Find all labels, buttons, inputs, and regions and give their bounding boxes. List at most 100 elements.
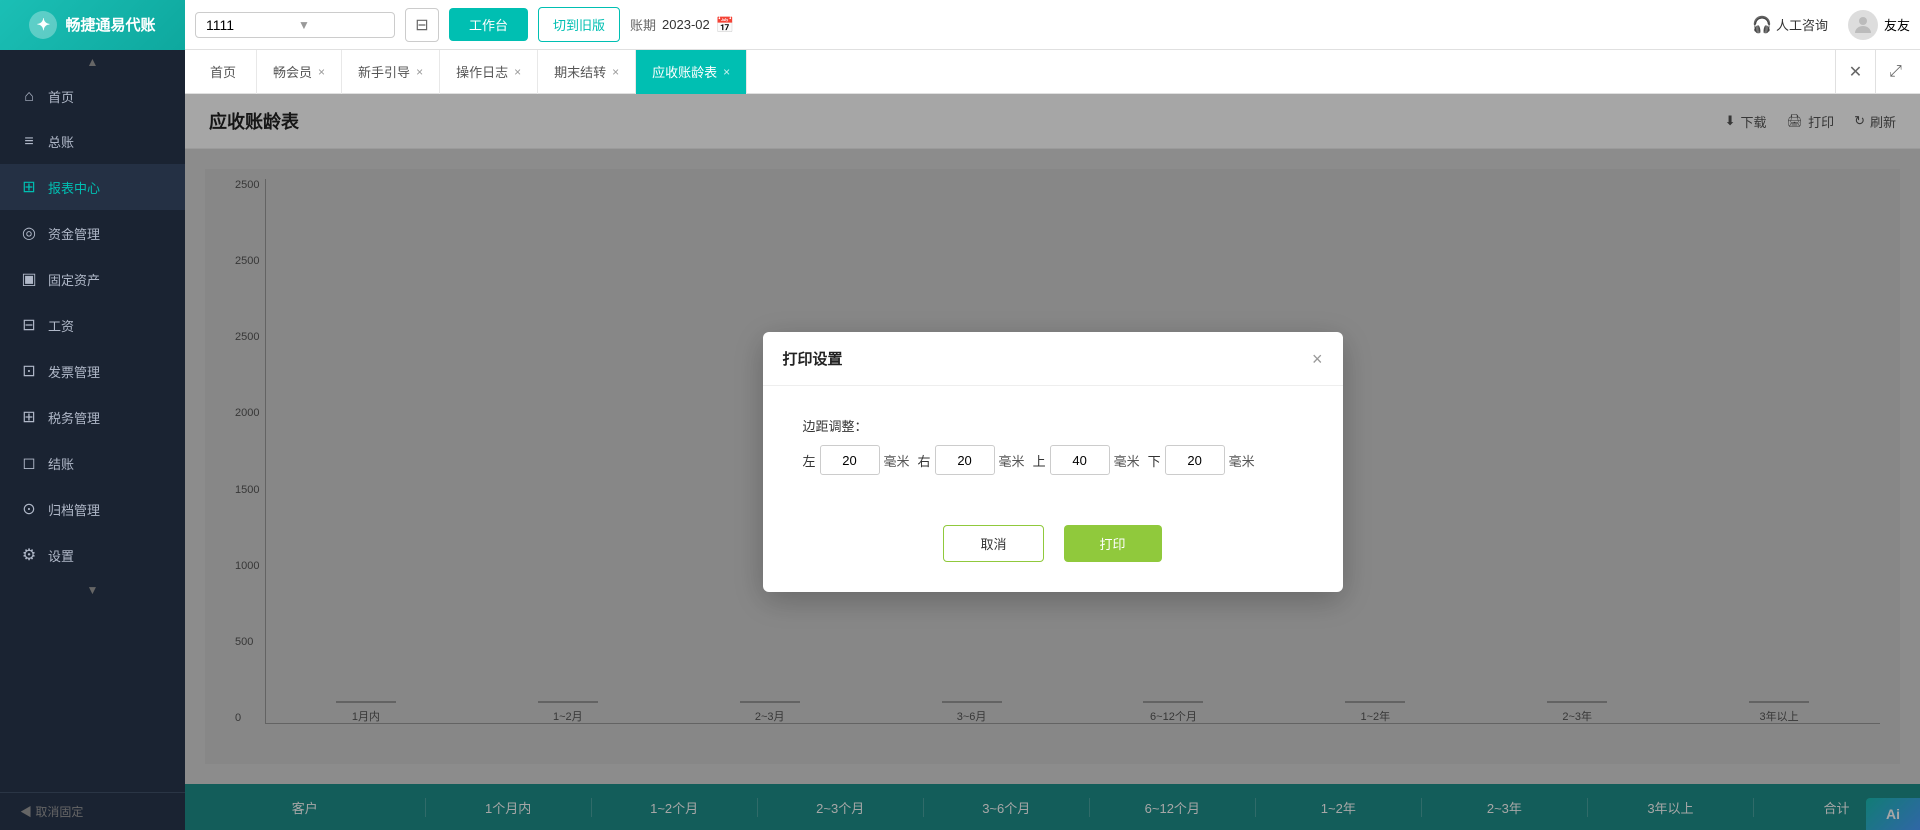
sidebar-collapse-button[interactable]: ◀ 取消固定 xyxy=(0,792,185,830)
invoice-icon: ⊡ xyxy=(20,361,38,381)
print-confirm-button[interactable]: 打印 xyxy=(1064,525,1162,562)
sidebar-item-label: 发票管理 xyxy=(48,362,100,381)
tab-closing[interactable]: 期末结转 × xyxy=(538,50,636,94)
cancel-button[interactable]: 取消 xyxy=(943,525,1043,562)
period-value: 2023-02 xyxy=(662,17,710,32)
ledger-icon: ≡ xyxy=(20,133,38,151)
margin-bottom-input[interactable] xyxy=(1165,445,1225,475)
fixed-icon: ▣ xyxy=(20,269,38,289)
modal-body: 边距调整： 左 毫米 右 毫米 xyxy=(763,386,1343,505)
margin-group: 左 毫米 右 毫米 上 xyxy=(803,445,1255,475)
tab-aging-close[interactable]: × xyxy=(723,66,730,78)
tab-oplog-close[interactable]: × xyxy=(514,66,521,78)
service-button[interactable]: 🎧 人工咨询 xyxy=(1752,15,1828,35)
tab-home-label: 首页 xyxy=(210,62,236,81)
right-label: 右 xyxy=(918,451,931,470)
service-label: 人工咨询 xyxy=(1776,15,1828,34)
sidebar-item-settings[interactable]: ⚙ 设置 xyxy=(0,532,185,578)
tab-closing-label: 期末结转 xyxy=(554,62,606,81)
tab-oplog-label: 操作日志 xyxy=(456,62,508,81)
sidebar-item-report[interactable]: ⊞ 报表中心 xyxy=(0,164,185,210)
header-right: 🎧 人工咨询 友友 xyxy=(1752,10,1910,40)
tab-vip[interactable]: 畅会员 × xyxy=(257,50,342,94)
home-icon: ⌂ xyxy=(20,88,38,106)
logo-text: 畅捷通易代账 xyxy=(65,14,155,35)
fund-icon: ◎ xyxy=(20,223,38,243)
modal-footer: 取消 打印 xyxy=(763,505,1343,592)
margin-left-input[interactable] xyxy=(820,445,880,475)
sidebar: ▲ ⌂ 首页 ≡ 总账 ⊞ 报表中心 ◎ 资金管理 ▣ 固定资产 ⊟ 工资 ⊡ … xyxy=(0,50,185,830)
modal-header: 打印设置 × xyxy=(763,332,1343,386)
logo: ✦ 畅捷通易代账 xyxy=(0,0,185,50)
settings-icon: ⚙ xyxy=(20,545,38,565)
sidebar-item-archive[interactable]: ⊙ 归档管理 xyxy=(0,486,185,532)
sidebar-item-label: 报表中心 xyxy=(48,178,100,197)
sidebar-item-invoice[interactable]: ⊡ 发票管理 xyxy=(0,348,185,394)
tab-aging[interactable]: 应收账龄表 × xyxy=(636,50,747,94)
workbench-button[interactable]: 工作台 xyxy=(449,8,528,41)
closing-icon: ◻ xyxy=(20,453,38,473)
sidebar-item-salary[interactable]: ⊟ 工资 xyxy=(0,302,185,348)
calendar-icon[interactable]: 📅 xyxy=(716,16,735,34)
user-area[interactable]: 友友 xyxy=(1848,10,1910,40)
tab-close-all-button[interactable]: ✕ xyxy=(1835,50,1875,94)
period-info: 账期 2023-02 📅 xyxy=(630,15,734,34)
sidebar-item-label: 工资 xyxy=(48,316,74,335)
tab-guide[interactable]: 新手引导 × xyxy=(342,50,440,94)
archive-icon: ⊙ xyxy=(20,499,38,519)
margin-bottom: 下 毫米 xyxy=(1148,445,1255,475)
left-label: 左 xyxy=(803,451,816,470)
copy-button[interactable]: ⊟ xyxy=(405,8,439,42)
headset-icon: 🎧 xyxy=(1752,15,1772,35)
sidebar-item-home[interactable]: ⌂ 首页 xyxy=(0,74,185,119)
chevron-down-icon: ▼ xyxy=(298,18,384,32)
margin-left: 左 毫米 xyxy=(803,445,910,475)
tab-oplog[interactable]: 操作日志 × xyxy=(440,50,538,94)
sidebar-item-fixed[interactable]: ▣ 固定资产 xyxy=(0,256,185,302)
sidebar-item-label: 首页 xyxy=(48,87,74,106)
modal-close-button[interactable]: × xyxy=(1312,350,1323,368)
report-icon: ⊞ xyxy=(20,177,38,197)
margin-right-input[interactable] xyxy=(935,445,995,475)
sidebar-item-label: 固定资产 xyxy=(48,270,100,289)
margin-top-input[interactable] xyxy=(1050,445,1110,475)
switch-old-button[interactable]: 切到旧版 xyxy=(538,7,620,42)
collapse-label: ◀ 取消固定 xyxy=(20,803,83,820)
margin-right: 右 毫米 xyxy=(918,445,1025,475)
sidebar-item-label: 税务管理 xyxy=(48,408,100,427)
sidebar-item-label: 结账 xyxy=(48,454,74,473)
left-unit: 毫米 xyxy=(884,451,910,470)
margin-form-row: 边距调整： 左 毫米 右 毫米 xyxy=(803,416,1303,475)
sidebar-item-closing[interactable]: ◻ 结账 xyxy=(0,440,185,486)
bottom-unit: 毫米 xyxy=(1229,451,1255,470)
account-name: 1111 xyxy=(206,17,292,33)
tab-guide-close[interactable]: × xyxy=(416,66,423,78)
tab-closing-close[interactable]: × xyxy=(612,66,619,78)
sidebar-item-label: 设置 xyxy=(48,546,74,565)
tab-home[interactable]: 首页 xyxy=(190,50,257,94)
modal-title: 打印设置 xyxy=(783,348,1312,369)
top-label: 上 xyxy=(1033,451,1046,470)
tab-bar-actions: ✕ ⤢ xyxy=(1835,50,1915,94)
sidebar-item-tax[interactable]: ⊞ 税务管理 xyxy=(0,394,185,440)
tab-guide-label: 新手引导 xyxy=(358,62,410,81)
modal-overlay: 打印设置 × 边距调整： 左 毫米 xyxy=(185,94,1920,830)
sidebar-item-ledger[interactable]: ≡ 总账 xyxy=(0,119,185,164)
right-unit: 毫米 xyxy=(999,451,1025,470)
sidebar-item-label: 资金管理 xyxy=(48,224,100,243)
margin-top: 上 毫米 xyxy=(1033,445,1140,475)
tab-vip-close[interactable]: × xyxy=(318,66,325,78)
sidebar-scroll-up[interactable]: ▲ xyxy=(0,50,185,74)
account-selector[interactable]: 1111 ▼ xyxy=(195,12,395,38)
sidebar-item-fund[interactable]: ◎ 资金管理 xyxy=(0,210,185,256)
tab-aging-label: 应收账龄表 xyxy=(652,62,717,81)
page-content: 应收账龄表 ⬇ 下载 🖨 打印 ↻ 刷新 xyxy=(185,94,1920,830)
sidebar-scroll-down[interactable]: ▼ xyxy=(0,578,185,602)
sidebar-item-label: 归档管理 xyxy=(48,500,100,519)
top-unit: 毫米 xyxy=(1114,451,1140,470)
main-layout: ▲ ⌂ 首页 ≡ 总账 ⊞ 报表中心 ◎ 资金管理 ▣ 固定资产 ⊟ 工资 ⊡ … xyxy=(0,50,1920,830)
salary-icon: ⊟ xyxy=(20,315,38,335)
tab-maximize-button[interactable]: ⤢ xyxy=(1875,50,1915,94)
avatar xyxy=(1848,10,1878,40)
sidebar-item-label: 总账 xyxy=(48,132,74,151)
